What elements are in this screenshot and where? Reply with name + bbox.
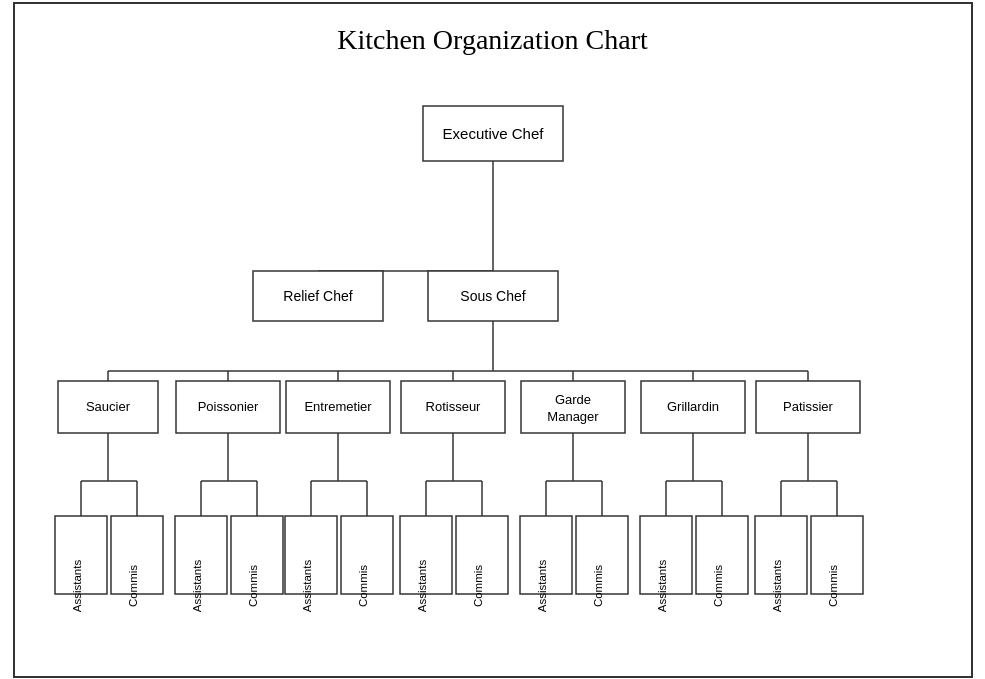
poissonier-label: Poissonier <box>197 399 258 414</box>
entremetier-assistants-label: Assistants <box>301 559 313 612</box>
grillardin-assistants-label: Assistants <box>656 559 668 612</box>
patissier-node: Patissier <box>756 381 860 433</box>
svg-rect-7 <box>521 381 625 433</box>
saucier-assistants-label: Assistants <box>71 559 83 612</box>
garde-assistants-label: Assistants <box>536 559 548 612</box>
poissonier-commis-label: Commis <box>247 564 259 606</box>
grillardin-commis-node: Commis <box>696 516 748 607</box>
patissier-commis-node: Commis <box>811 516 863 607</box>
executive-chef-label: Executive Chef <box>442 125 544 142</box>
poissonier-node: Poissonier <box>176 381 280 433</box>
entremetier-commis-label: Commis <box>357 564 369 606</box>
garde-manager-node: Garde Manager <box>521 381 625 433</box>
executive-chef-node: Executive Chef <box>423 106 563 161</box>
grillardin-assistants-node: Assistants <box>640 516 692 612</box>
chart-container: Kitchen Organization Chart Executive Che… <box>13 2 973 678</box>
garde-commis-node: Commis <box>576 516 628 607</box>
poissonier-assistants-node: Assistants <box>175 516 227 612</box>
sous-chef-node: Sous Chef <box>428 271 558 321</box>
patissier-assistants-node: Assistants <box>755 516 807 612</box>
entremetier-assistants-node: Assistants <box>285 516 337 612</box>
patissier-label: Patissier <box>783 399 834 414</box>
entremetier-commis-node: Commis <box>341 516 393 607</box>
patissier-assistants-label: Assistants <box>771 559 783 612</box>
poissonier-assistants-label: Assistants <box>191 559 203 612</box>
rotisseur-commis-node: Commis <box>456 516 508 607</box>
entremetier-label: Entremetier <box>304 399 372 414</box>
poissonier-commis-node: Commis <box>231 516 283 607</box>
saucier-node: Saucier <box>58 381 158 433</box>
org-chart: Executive Chef Relief Chef Sous Chef <box>33 86 953 646</box>
svg-text:Manager: Manager <box>547 409 599 424</box>
rotisseur-assistants-label: Assistants <box>416 559 428 612</box>
patissier-commis-label: Commis <box>827 564 839 606</box>
rotisseur-assistants-node: Assistants <box>400 516 452 612</box>
saucier-commis-label: Commis <box>127 564 139 606</box>
saucier-assistants-node: Assistants <box>55 516 107 612</box>
garde-commis-label: Commis <box>592 564 604 606</box>
garde-manager-label: Garde <box>554 392 590 407</box>
grillardin-commis-label: Commis <box>712 564 724 606</box>
org-chart-svg: Executive Chef Relief Chef Sous Chef <box>33 86 953 646</box>
saucier-label: Saucier <box>85 399 130 414</box>
garde-assistants-node: Assistants <box>520 516 572 612</box>
chart-title: Kitchen Organization Chart <box>25 24 961 56</box>
grillardin-label: Grillardin <box>666 399 718 414</box>
entremetier-node: Entremetier <box>286 381 390 433</box>
relief-chef-label: Relief Chef <box>283 288 352 304</box>
grillardin-node: Grillardin <box>641 381 745 433</box>
saucier-commis-node: Commis <box>111 516 163 607</box>
sous-chef-label: Sous Chef <box>460 288 525 304</box>
relief-chef-node: Relief Chef <box>253 271 383 321</box>
rotisseur-commis-label: Commis <box>472 564 484 606</box>
rotisseur-node: Rotisseur <box>401 381 505 433</box>
rotisseur-label: Rotisseur <box>425 399 481 414</box>
